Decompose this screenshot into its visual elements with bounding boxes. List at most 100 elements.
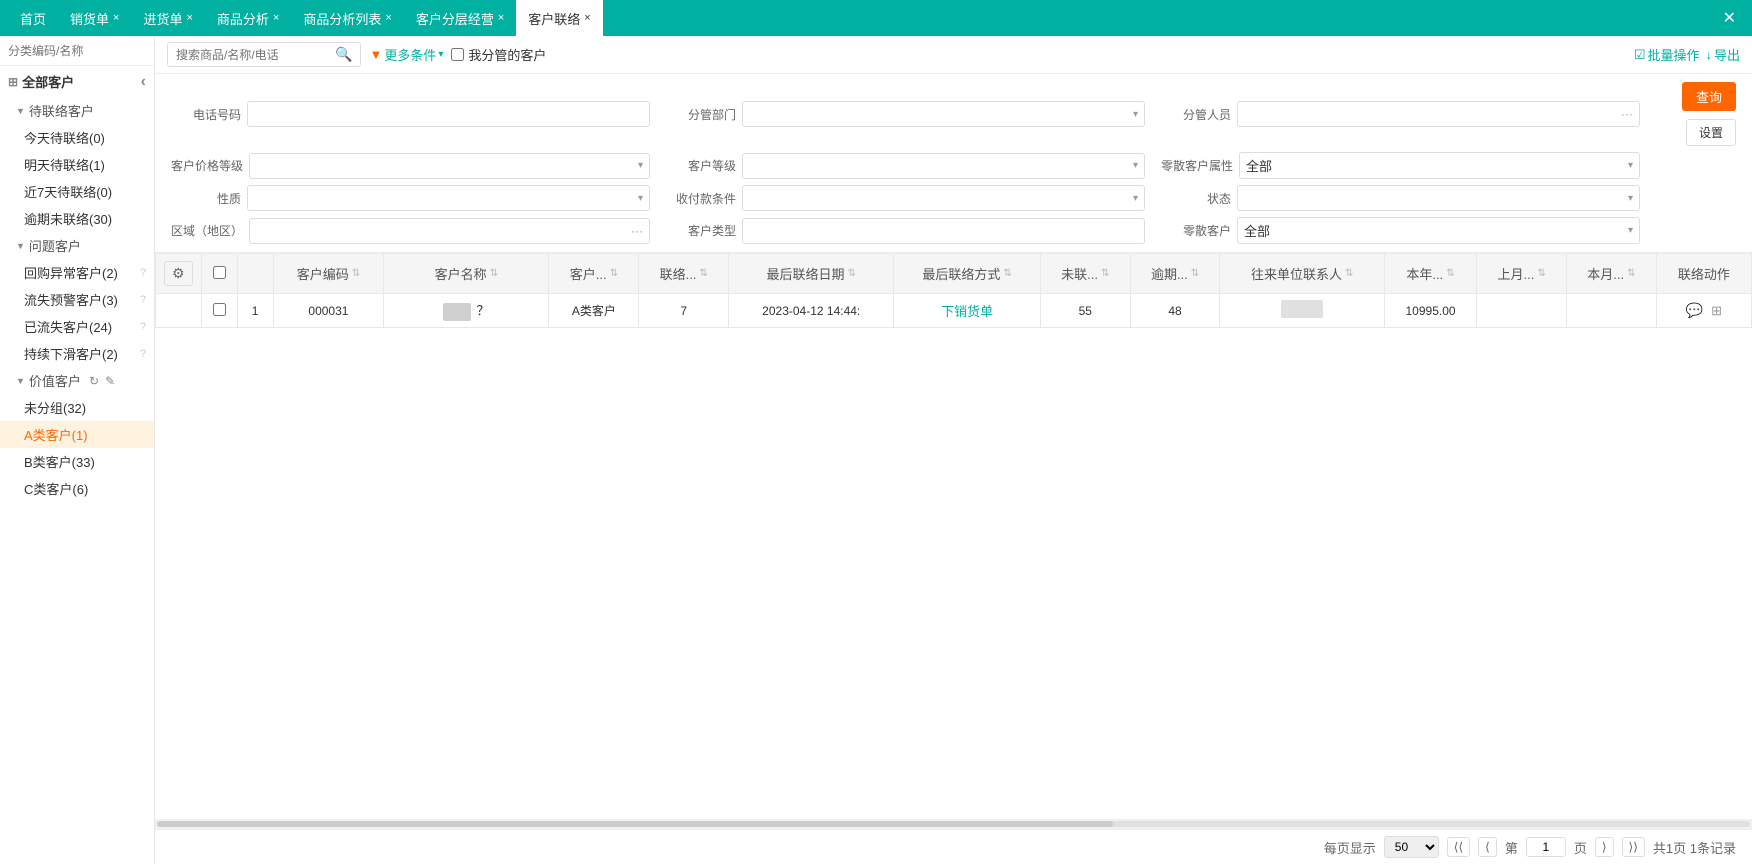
filter-phone-input[interactable] <box>247 101 650 127</box>
horizontal-scrollbar[interactable] <box>155 819 1752 829</box>
nav-tab-customersegment-close[interactable]: × <box>498 12 504 24</box>
nav-tab-productlist[interactable]: 商品分析列表 × <box>291 0 403 36</box>
nav-tab-salesorder-close[interactable]: × <box>113 12 119 24</box>
first-page-button[interactable]: ⟨⟨ <box>1447 837 1470 857</box>
nav-tab-productlist-close[interactable]: × <box>385 12 391 24</box>
sidebar-item-repurchase-abnormal[interactable]: 回购异常客户(2) ? <box>0 259 154 286</box>
filter-label-dept: 分管部门 <box>666 106 736 123</box>
last-page-button[interactable]: ⟩⟩ <box>1622 837 1645 857</box>
filter-cell-dept: 分管部门 ▾ <box>666 101 1161 127</box>
my-customers-checkbox-container[interactable]: 我分管的客户 <box>451 45 546 64</box>
chevron-down-icon: ▾ <box>438 49 443 60</box>
export-button[interactable]: ↓ 导出 <box>1705 45 1740 64</box>
sidebar-item-a-class[interactable]: A类客户(1) <box>0 421 154 448</box>
td-last-month <box>1477 294 1567 328</box>
table-area: ⚙ 客户编码⇅ 客户名称⇅ <box>155 253 1752 864</box>
filter-payment-select[interactable]: ▾ <box>742 185 1145 211</box>
row-checkbox[interactable] <box>213 303 226 316</box>
filter-row-3: 性质 ▾ 收付款条件 ▾ 状态 <box>171 185 1736 211</box>
filter-label-nature: 性质 <box>171 190 241 207</box>
filter-label-phone: 电话号码 <box>171 106 241 123</box>
sort-icon-code: ⇅ <box>352 268 360 279</box>
sidebar-item-declining[interactable]: 持续下滑客户(2) ? <box>0 340 154 367</box>
table-settings-button[interactable]: ⚙ <box>164 261 193 286</box>
filter-cell-status: 状态 ▾ <box>1161 185 1656 211</box>
sidebar-group-problem[interactable]: ▼ 问题客户 <box>0 232 154 259</box>
th-this-month-label: 本月... <box>1587 264 1624 283</box>
filter-nature-select[interactable]: ▾ <box>247 185 650 211</box>
sidebar-item-tomorrow[interactable]: 明天待联络(1) <box>0 151 154 178</box>
chat-icon[interactable]: 💬 <box>1686 302 1703 319</box>
sidebar-item-7days[interactable]: 近7天待联络(0) <box>0 178 154 205</box>
sidebar-group-value[interactable]: ▼ 价值客户 ↻ ✎ <box>0 367 154 394</box>
last-contact-method-link[interactable]: 下销货单 <box>941 304 993 319</box>
edit-icon[interactable]: ✎ <box>105 374 115 388</box>
close-all-button[interactable]: ✕ <box>1715 8 1744 28</box>
next-page-button[interactable]: ⟩ <box>1595 837 1614 857</box>
th-unit-contact-label: 往来单位联系人 <box>1251 264 1342 283</box>
filter-status-select[interactable]: ▾ <box>1237 185 1640 211</box>
filter-label-customertype: 客户类型 <box>666 222 736 239</box>
th-code: 客户编码⇅ <box>273 254 384 294</box>
filter-customerlevel-select[interactable]: ▾ <box>742 153 1145 179</box>
filter-pricelevel-select[interactable]: ▾ <box>249 153 650 179</box>
refresh-icon[interactable]: ↻ <box>89 374 99 388</box>
filter-more-button[interactable]: ▼ 更多条件 ▾ <box>369 45 443 64</box>
sidebar-item-churned[interactable]: 已流失客户(24) ? <box>0 313 154 340</box>
sidebar-item-b-class[interactable]: B类客户(33) <box>0 448 154 475</box>
filter-region-select[interactable]: ··· <box>249 218 650 244</box>
table-select-all-checkbox[interactable] <box>213 266 226 279</box>
th-this-year-label: 本年... <box>1406 264 1443 283</box>
th-contact-label: 联络... <box>660 264 697 283</box>
filter-cell-person: 分管人员 ··· <box>1161 101 1656 127</box>
filter-retail-attr-select[interactable]: 全部 ▾ <box>1239 152 1640 179</box>
filter-row-4: 区域（地区） ··· 客户类型 零散客户 全部 ▾ <box>171 217 1736 244</box>
sidebar-item-unclassified[interactable]: 未分组(32) <box>0 394 154 421</box>
sidebar-item-churn-warning[interactable]: 流失预警客户(3) ? <box>0 286 154 313</box>
nav-tab-customersegment[interactable]: 客户分层经营 × <box>404 0 516 36</box>
nav-tab-productanalysis-close[interactable]: × <box>273 12 279 24</box>
nav-tab-purchaseorder-close[interactable]: × <box>186 12 192 24</box>
sidebar-item-c-class[interactable]: C类客户(6) <box>0 475 154 502</box>
page-total: 共1页 1条记录 <box>1653 838 1736 857</box>
filter-cell-nature: 性质 ▾ <box>171 185 666 211</box>
nav-tab-customercontact-close[interactable]: × <box>584 12 590 24</box>
sidebar-item-today[interactable]: 今天待联络(0) <box>0 124 154 151</box>
my-customers-checkbox[interactable] <box>451 48 464 61</box>
td-action: 💬 ⊞ <box>1656 294 1751 328</box>
triangle-icon: ▼ <box>16 106 25 116</box>
nav-tab-purchaseorder[interactable]: 进货单 × <box>131 0 204 36</box>
nav-tab-salesorder[interactable]: 销货单 × <box>58 0 131 36</box>
sidebar-item-overdue[interactable]: 逾期未联络(30) <box>0 205 154 232</box>
nav-tab-customercontact[interactable]: 客户联络 × <box>516 0 602 36</box>
sidebar-search-input[interactable] <box>8 44 155 58</box>
advanced-filters: 电话号码 分管部门 ▾ 分管人员 ··· <box>155 74 1752 253</box>
sidebar-all-customers[interactable]: ⊞ 全部客户 ‹ <box>0 66 154 97</box>
prev-page-button[interactable]: ⟨ <box>1478 837 1497 857</box>
filter-search-input[interactable] <box>176 48 331 62</box>
td-this-month <box>1567 294 1657 328</box>
nav-tab-productanalysis[interactable]: 商品分析 × <box>205 0 291 36</box>
scrollbar-track <box>157 821 1750 827</box>
batch-operation-button[interactable]: ☑ 批量操作 <box>1634 45 1700 64</box>
filter-person-select[interactable]: ··· <box>1237 101 1640 127</box>
filter-retail-select[interactable]: 全部 ▾ <box>1237 217 1640 244</box>
filter-cell-retail: 零散客户 全部 ▾ <box>1161 217 1656 244</box>
sidebar-collapse-button[interactable]: ‹ <box>141 73 146 91</box>
sidebar-group-pending[interactable]: ▼ 待联络客户 <box>0 97 154 124</box>
filter-search-icon[interactable]: 🔍 <box>335 46 352 63</box>
td-contact: 7 <box>639 294 729 328</box>
filter-customertype-select[interactable] <box>742 218 1145 244</box>
page-number-input[interactable] <box>1526 837 1566 857</box>
setting-button[interactable]: 设置 <box>1686 119 1736 146</box>
query-button[interactable]: 查询 <box>1682 82 1736 111</box>
my-customers-label: 我分管的客户 <box>468 45 546 64</box>
th-action: 联络动作 <box>1656 254 1751 294</box>
filter-more-label: 更多条件 <box>384 45 436 64</box>
nav-home[interactable]: 首页 <box>8 9 58 28</box>
td-index: 1 <box>237 294 273 328</box>
filter-dept-select[interactable]: ▾ <box>742 101 1145 127</box>
qr-icon[interactable]: ⊞ <box>1711 303 1722 319</box>
sort-icon-unit: ⇅ <box>1345 268 1353 279</box>
per-page-select[interactable]: 50 100 200 <box>1384 836 1439 858</box>
